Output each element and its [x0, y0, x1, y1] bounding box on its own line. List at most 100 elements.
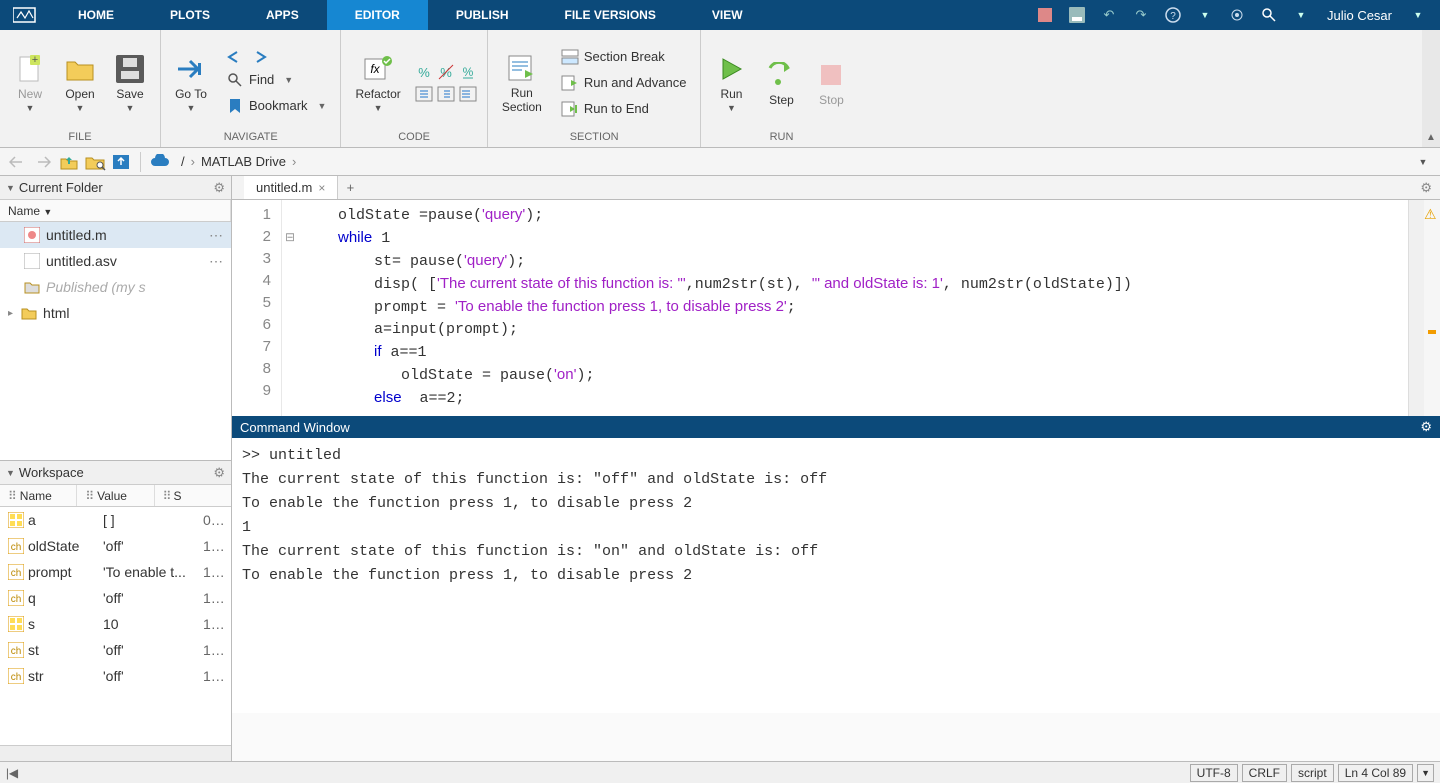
save-disk-icon[interactable] [1065, 3, 1089, 27]
warning-marker[interactable] [1428, 330, 1436, 334]
workspace-row[interactable]: a[ ]0x [0, 507, 231, 533]
nav-upload-icon[interactable] [110, 151, 132, 173]
tab-home[interactable]: HOME [50, 0, 142, 30]
more-icon[interactable]: ⋯ [209, 253, 223, 270]
workspace-hscroll[interactable] [0, 745, 231, 761]
help-dropdown-icon[interactable]: ▼ [1193, 3, 1217, 27]
nav-forward-icon[interactable] [32, 151, 54, 173]
more-icon[interactable]: ⋯ [209, 227, 223, 244]
current-folder-header[interactable]: ▼Current Folder ⚙ [0, 176, 231, 200]
help-icon[interactable]: ? [1161, 3, 1185, 27]
current-folder-list: untitled.m⋯untitled.asv⋯Published (my s▸… [0, 222, 231, 461]
find-icon [225, 70, 245, 90]
run-advance-button[interactable]: Run and Advance [556, 71, 691, 95]
file-row[interactable]: untitled.asv⋯ [0, 248, 231, 274]
file-icon [21, 305, 37, 321]
run-section-button[interactable]: Run Section [498, 50, 546, 116]
wrap-comment-icon[interactable]: % [459, 63, 477, 81]
warning-triangle-icon[interactable]: ⚠ [1424, 206, 1437, 223]
editor-vscrollbar[interactable] [1408, 200, 1424, 416]
workspace-row[interactable]: chprompt'To enable t...1x [0, 559, 231, 585]
open-button[interactable]: Open▼ [60, 51, 100, 115]
redo-icon[interactable]: ↷ [1129, 3, 1153, 27]
run-button[interactable]: Run▼ [711, 51, 751, 115]
search-icon[interactable] [1257, 3, 1281, 27]
gear-icon[interactable]: ⚙ [1420, 419, 1432, 435]
step-button[interactable]: Step [761, 57, 801, 109]
save-button[interactable]: Save▼ [110, 51, 150, 115]
refactor-button[interactable]: fx Refactor▼ [351, 51, 404, 115]
tab-plots[interactable]: PLOTS [142, 0, 238, 30]
top-tab-bar: HOME PLOTS APPS EDITOR PUBLISH FILE VERS… [0, 0, 1440, 30]
ribbon-collapse-icon[interactable]: ▲ [1422, 30, 1440, 147]
tab-publish[interactable]: PUBLISH [428, 0, 537, 30]
workspace-row[interactable]: chstr'off'1x [0, 663, 231, 689]
nav-up-folder-icon[interactable] [58, 151, 80, 173]
undo-icon[interactable]: ↶ [1097, 3, 1121, 27]
file-row[interactable]: Published (my s [0, 274, 231, 300]
gear-icon[interactable]: ⚙ [213, 465, 225, 481]
target-icon[interactable] [1225, 3, 1249, 27]
status-filetype[interactable]: script [1291, 764, 1334, 782]
bookmark-button[interactable]: Bookmark ▼ [221, 94, 330, 118]
nav-browse-icon[interactable] [84, 151, 106, 173]
command-window-header[interactable]: Command Window ⚙ [232, 416, 1440, 438]
record-icon[interactable] [1033, 3, 1057, 27]
indent-icon[interactable] [415, 85, 433, 103]
goto-button[interactable]: Go To▼ [171, 51, 211, 115]
find-button[interactable]: Find ▼ [221, 68, 330, 92]
breadcrumb-dropdown-icon[interactable]: ▼ [1412, 151, 1434, 173]
tab-apps[interactable]: APPS [238, 0, 327, 30]
gear-icon[interactable]: ⚙ [213, 180, 225, 196]
workspace-header[interactable]: ▼Workspace ⚙ [0, 461, 231, 485]
status-encoding[interactable]: UTF-8 [1190, 764, 1238, 782]
status-eol[interactable]: CRLF [1242, 764, 1287, 782]
tab-editor[interactable]: EDITOR [327, 0, 428, 30]
workspace-list: a[ ]0xcholdState'off'1xchprompt'To enabl… [0, 507, 231, 745]
tab-file-versions[interactable]: FILE VERSIONS [537, 0, 684, 30]
status-cursor-position[interactable]: Ln 4 Col 89 [1338, 764, 1413, 782]
comment-icon[interactable]: % [415, 63, 433, 81]
fold-column[interactable]: ⊟ [282, 200, 298, 416]
stop-button[interactable]: Stop [811, 57, 851, 109]
close-tab-icon[interactable]: × [318, 181, 325, 195]
file-row[interactable]: ▸html [0, 300, 231, 326]
search-dropdown-icon[interactable]: ▼ [1289, 3, 1313, 27]
nav-back-icon[interactable] [6, 151, 28, 173]
code-editor[interactable]: 123456789 ⊟ oldState =pause('query'); wh… [232, 200, 1440, 416]
breadcrumb-folder[interactable]: MATLAB Drive [201, 154, 286, 169]
status-dropdown-icon[interactable]: ▼ [1417, 764, 1434, 782]
user-dropdown-icon[interactable]: ▼ [1406, 3, 1430, 27]
editor-warning-strip[interactable]: ⚠ [1424, 200, 1440, 416]
right-panel: untitled.m × + ⚙ 123456789 ⊟ oldState =p… [232, 176, 1440, 761]
code-area[interactable]: oldState =pause('query'); while 1 st= pa… [298, 200, 1408, 416]
new-tab-icon[interactable]: + [338, 180, 362, 195]
editor-gear-icon[interactable]: ⚙ [1420, 180, 1432, 196]
new-button[interactable]: + New▼ [10, 51, 50, 115]
cf-column-header[interactable]: Name ▼ [0, 200, 231, 222]
breadcrumb-root[interactable]: / [181, 154, 185, 169]
increase-indent-icon[interactable] [437, 85, 455, 103]
workspace-column-header[interactable]: ⠿Name ⠿Value ⠿S [0, 485, 231, 507]
workspace-row[interactable]: choldState'off'1x [0, 533, 231, 559]
username-label[interactable]: Julio Cesar [1321, 8, 1398, 23]
run-to-end-button[interactable]: Run to End [556, 97, 691, 121]
nav-next-icon[interactable] [249, 48, 275, 66]
status-bar: |◀ UTF-8 CRLF script Ln 4 Col 89 ▼ [0, 761, 1440, 783]
matlab-logo-icon[interactable] [0, 0, 50, 30]
workspace-row[interactable]: chq'off'1x [0, 585, 231, 611]
cloud-icon[interactable] [149, 151, 171, 173]
file-icon [24, 227, 40, 243]
uncomment-icon[interactable]: % [437, 63, 455, 81]
section-break-button[interactable]: Section Break [556, 45, 691, 69]
nav-prev-icon[interactable] [221, 48, 247, 66]
workspace-row[interactable]: chst'off'1x [0, 637, 231, 663]
command-window[interactable]: >> untitled The current state of this fu… [232, 438, 1440, 713]
workspace-row[interactable]: s101x [0, 611, 231, 637]
editor-tab[interactable]: untitled.m × [244, 176, 338, 199]
main-area: ▼Current Folder ⚙ Name ▼ untitled.m⋯unti… [0, 176, 1440, 761]
tab-view[interactable]: VIEW [684, 0, 771, 30]
file-row[interactable]: untitled.m⋯ [0, 222, 231, 248]
decrease-indent-icon[interactable] [459, 85, 477, 103]
goto-start-icon[interactable]: |◀ [0, 766, 24, 780]
